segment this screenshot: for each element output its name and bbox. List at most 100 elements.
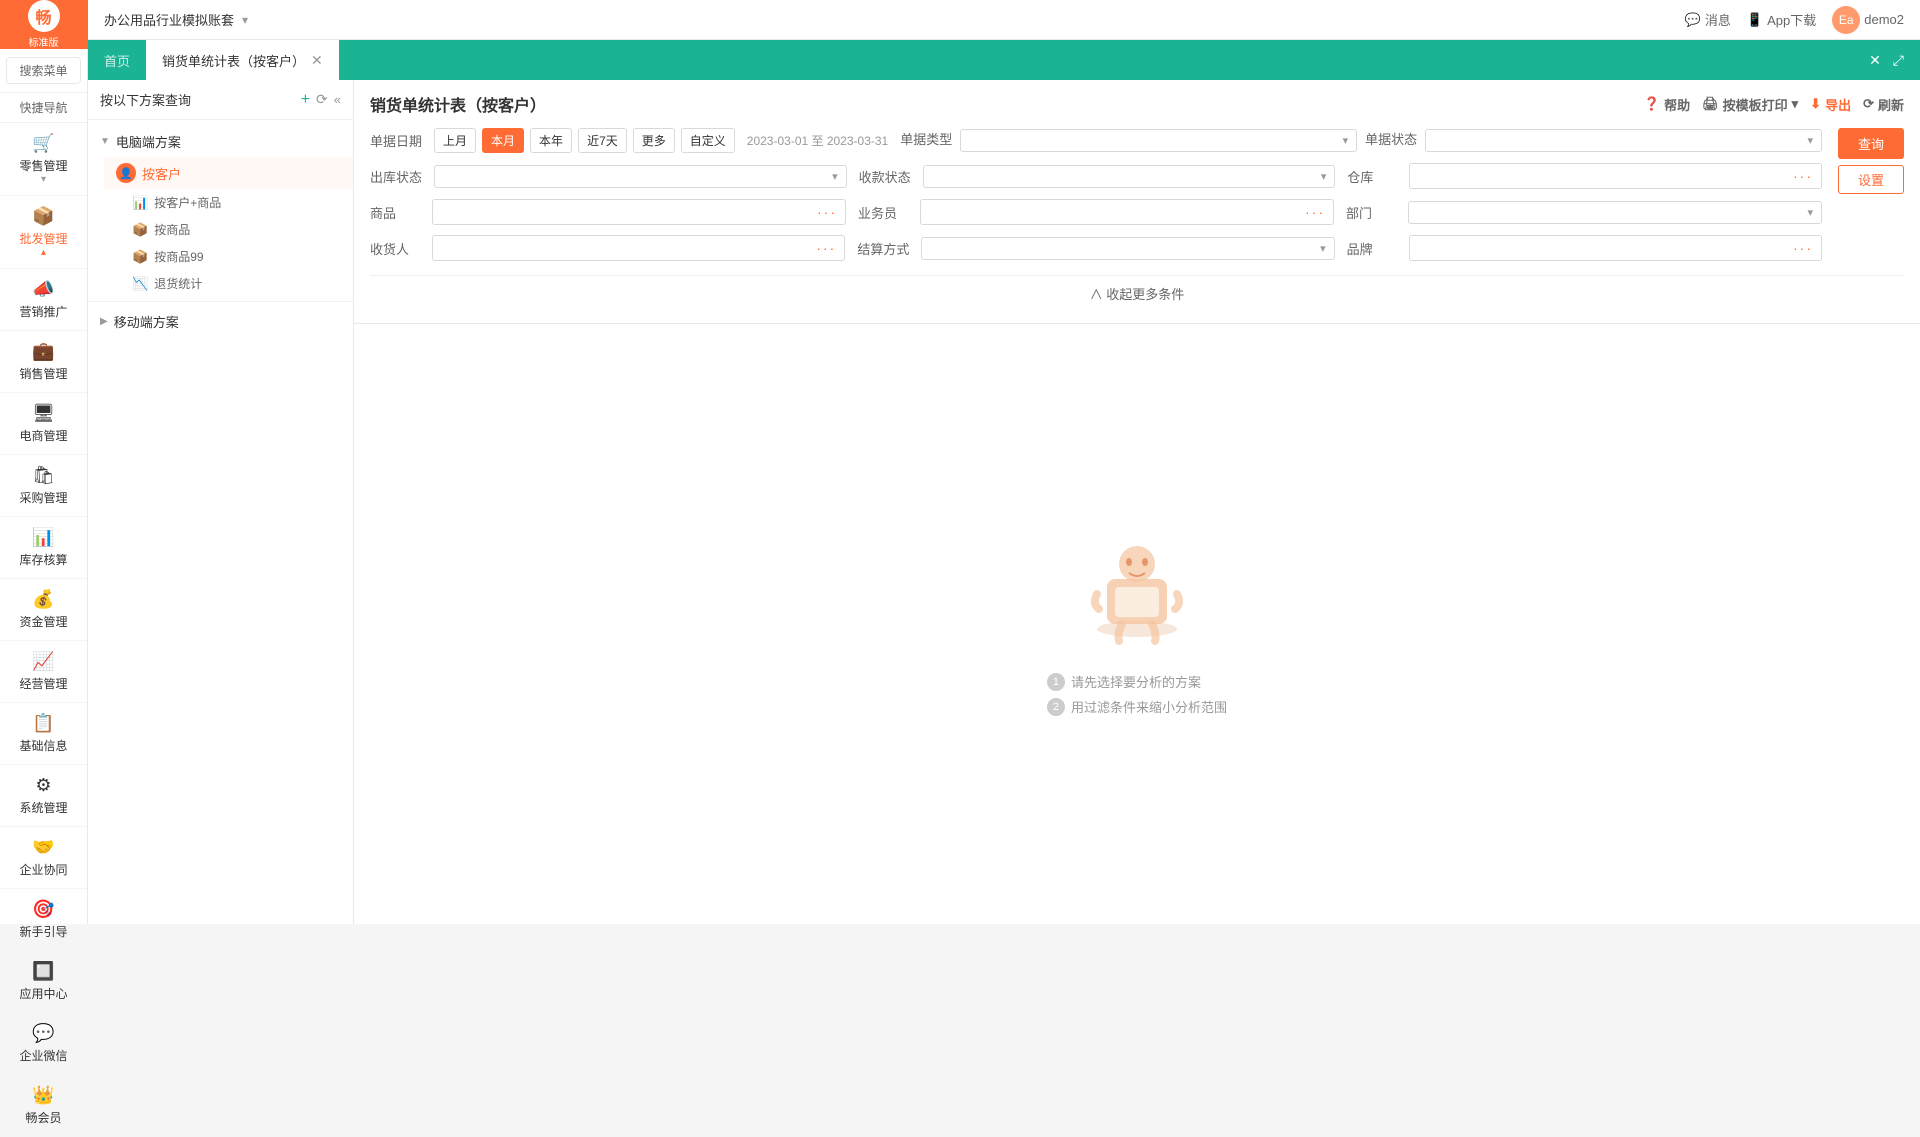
bill-type-select[interactable]: ▾ <box>960 129 1357 152</box>
refresh-scheme-icon[interactable]: ⟳ <box>316 91 328 108</box>
tree-node-by-goods-99[interactable]: 📦 按商品99 <box>104 243 353 270</box>
refresh-button[interactable]: ⟳ 刷新 <box>1863 95 1904 114</box>
tree-node-return-stats[interactable]: 📉 退货统计 <box>104 270 353 297</box>
tab-home[interactable]: 首页 <box>88 40 146 80</box>
top-nav-dropdown-arrow[interactable]: ▾ <box>242 13 248 27</box>
tab-sales-stats[interactable]: 销货单统计表（按客户） ✕ <box>146 40 339 80</box>
tree-node-pc-schemes[interactable]: ▼ 电脑端方案 <box>88 126 353 157</box>
tree-node-by-goods[interactable]: 📦 按商品 <box>104 216 353 243</box>
app-download-button[interactable]: 📱 App下载 <box>1747 10 1816 29</box>
date-btn-this-month[interactable]: 本月 <box>482 128 524 153</box>
date-btn-this-year[interactable]: 本年 <box>530 128 572 153</box>
sidebar-item-label: 经营管理 <box>19 675 67 692</box>
filter-rows: 单据日期 上月 本月 本年 近7天 更多 自定义 2023-03-01 至 20… <box>370 128 1822 271</box>
page-title-actions: ❓ 帮助 🖨 按模板打印 ▾ ⬇ 导出 ⟳ <box>1644 95 1904 114</box>
sidebar-item-purchase[interactable]: 🛍 采购管理 <box>0 455 87 517</box>
search-menu-button[interactable]: 搜索菜单 <box>6 57 81 84</box>
sidebar-item-label: 应用中心 <box>19 985 67 1002</box>
basic-icon: 📋 <box>32 713 54 734</box>
sidebar-search-area: 搜索菜单 <box>0 49 87 93</box>
sidebar-item-marketing[interactable]: 📣 营销推广 <box>0 269 87 331</box>
company-title: 办公用品行业模拟账套 <box>104 10 234 29</box>
sidebar-item-member[interactable]: 👑 畅会员 <box>0 1075 87 1137</box>
department-select[interactable]: ▾ <box>1408 201 1822 224</box>
download-icon: 📱 <box>1747 12 1763 28</box>
help-button[interactable]: ❓ 帮助 <box>1644 95 1690 114</box>
goods-select[interactable]: ··· <box>432 199 846 225</box>
warehouse-label: 仓库 <box>1347 167 1397 186</box>
print-dropdown-arrow[interactable]: ▾ <box>1792 96 1799 112</box>
tree-node-by-customer[interactable]: 👤 按客户 <box>104 157 353 189</box>
date-btn-last-month[interactable]: 上月 <box>434 128 476 153</box>
salesperson-select[interactable]: ··· <box>920 199 1334 225</box>
page-title-bar: 销货单统计表（按客户） ❓ 帮助 🖨 按模板打印 ▾ ⬇ <box>370 92 1904 116</box>
add-scheme-button[interactable]: + <box>301 91 310 109</box>
tree-children-pc: 👤 按客户 📊 按客户+商品 📦 按商品 📦 按商品99 <box>88 157 353 297</box>
top-nav-left: 办公用品行业模拟账套 ▾ <box>104 10 248 29</box>
sidebar-item-label: 基础信息 <box>19 737 67 754</box>
return-stats-icon: 📉 <box>132 276 148 292</box>
ecommerce-icon: 🖥 <box>32 403 55 424</box>
sidebar-item-wholesale[interactable]: 📦 批发管理 ▴ <box>0 196 87 269</box>
operations-icon: 📈 <box>32 651 54 672</box>
collapse-panel-icon[interactable]: « <box>334 92 341 107</box>
content-area: 按以下方案查询 + ⟳ « ▼ 电脑端方案 👤 按客 <box>88 80 1920 924</box>
sidebar-item-enterprise[interactable]: 🤝 企业协同 <box>0 827 87 889</box>
brand-dots: ··· <box>1793 240 1813 256</box>
sidebar-item-appcenter[interactable]: 🔲 应用中心 <box>0 951 87 1013</box>
sidebar-item-label: 系统管理 <box>19 799 67 816</box>
tree-node-mobile-schemes[interactable]: ▶ 移动端方案 <box>88 306 353 337</box>
date-btn-custom[interactable]: 自定义 <box>681 128 735 153</box>
goods-dots: ··· <box>817 204 837 220</box>
message-button[interactable]: 💬 消息 <box>1685 10 1731 29</box>
sidebar-item-label: 新手引导 <box>19 923 67 940</box>
maximize-window-icon[interactable]: ⤢ <box>1893 52 1904 69</box>
warehouse-select[interactable]: ··· <box>1409 163 1822 189</box>
export-button[interactable]: ⬇ 导出 <box>1810 95 1851 114</box>
finance-icon: 💰 <box>32 589 54 610</box>
query-button[interactable]: 查询 <box>1838 128 1904 159</box>
message-icon: 💬 <box>1685 12 1701 28</box>
date-btn-last-7days[interactable]: 近7天 <box>578 128 627 153</box>
consignee-select[interactable]: ··· <box>432 235 845 261</box>
member-icon: 👑 <box>32 1085 54 1106</box>
tree-section-divider <box>88 301 353 302</box>
export-icon: ⬇ <box>1810 96 1821 112</box>
logo-icon: 畅 <box>28 0 60 32</box>
template-print-button[interactable]: 🖨 按模板打印 ▾ <box>1702 95 1798 114</box>
customer-goods-label: 按客户+商品 <box>154 194 221 211</box>
tree-node-by-customer-goods[interactable]: 📊 按客户+商品 <box>104 189 353 216</box>
sidebar-item-sales[interactable]: 💼 销售管理 <box>0 331 87 393</box>
wholesale-icon: 📦 <box>32 206 54 227</box>
sidebar-item-inventory[interactable]: 📊 库存核算 <box>0 517 87 579</box>
sidebar-item-ecommerce[interactable]: 🖥 电商管理 <box>0 393 87 455</box>
date-filter-options: 上月 本月 本年 近7天 更多 自定义 <box>434 128 735 153</box>
empty-step-2: 2 用过滤条件来缩小分析范围 <box>1047 694 1227 719</box>
goods-icon: 📦 <box>132 222 148 238</box>
user-profile-button[interactable]: Ea demo2 <box>1832 6 1904 34</box>
date-btn-more[interactable]: 更多 <box>633 128 675 153</box>
system-icon: ⚙ <box>35 775 51 796</box>
out-status-select[interactable]: ▾ <box>434 165 847 188</box>
sidebar-item-newbie[interactable]: 🎯 新手引导 <box>0 889 87 951</box>
sidebar-item-system[interactable]: ⚙ 系统管理 <box>0 765 87 827</box>
close-window-icon[interactable]: ✕ <box>1869 52 1881 69</box>
brand-select[interactable]: ··· <box>1409 235 1822 261</box>
settings-button[interactable]: 设置 <box>1838 165 1904 194</box>
customer-scheme-label: 按客户 <box>142 164 181 183</box>
appcenter-icon: 🔲 <box>32 961 54 982</box>
sidebar-item-operations[interactable]: 📈 经营管理 <box>0 641 87 703</box>
sidebar-item-retail[interactable]: 🛒 零售管理 ▾ <box>0 123 87 196</box>
settlement-select[interactable]: ▾ <box>921 237 1334 260</box>
sidebar-item-label: 批发管理 <box>19 230 67 247</box>
left-panel-header: 按以下方案查询 + ⟳ « <box>88 80 353 120</box>
tab-close-button[interactable]: ✕ <box>311 52 323 69</box>
receipt-status-select[interactable]: ▾ <box>923 165 1336 188</box>
empty-state-illustration <box>1077 529 1197 649</box>
collapse-more-conditions-button[interactable]: ∧ 收起更多条件 <box>370 275 1904 311</box>
sidebar-item-wechat[interactable]: 💬 企业微信 <box>0 1013 87 1075</box>
sidebar-item-finance[interactable]: 💰 资金管理 <box>0 579 87 641</box>
bill-status-select[interactable]: ▾ <box>1425 129 1822 152</box>
sidebar-item-basic[interactable]: 📋 基础信息 <box>0 703 87 765</box>
goods-label: 按商品 <box>154 221 190 238</box>
